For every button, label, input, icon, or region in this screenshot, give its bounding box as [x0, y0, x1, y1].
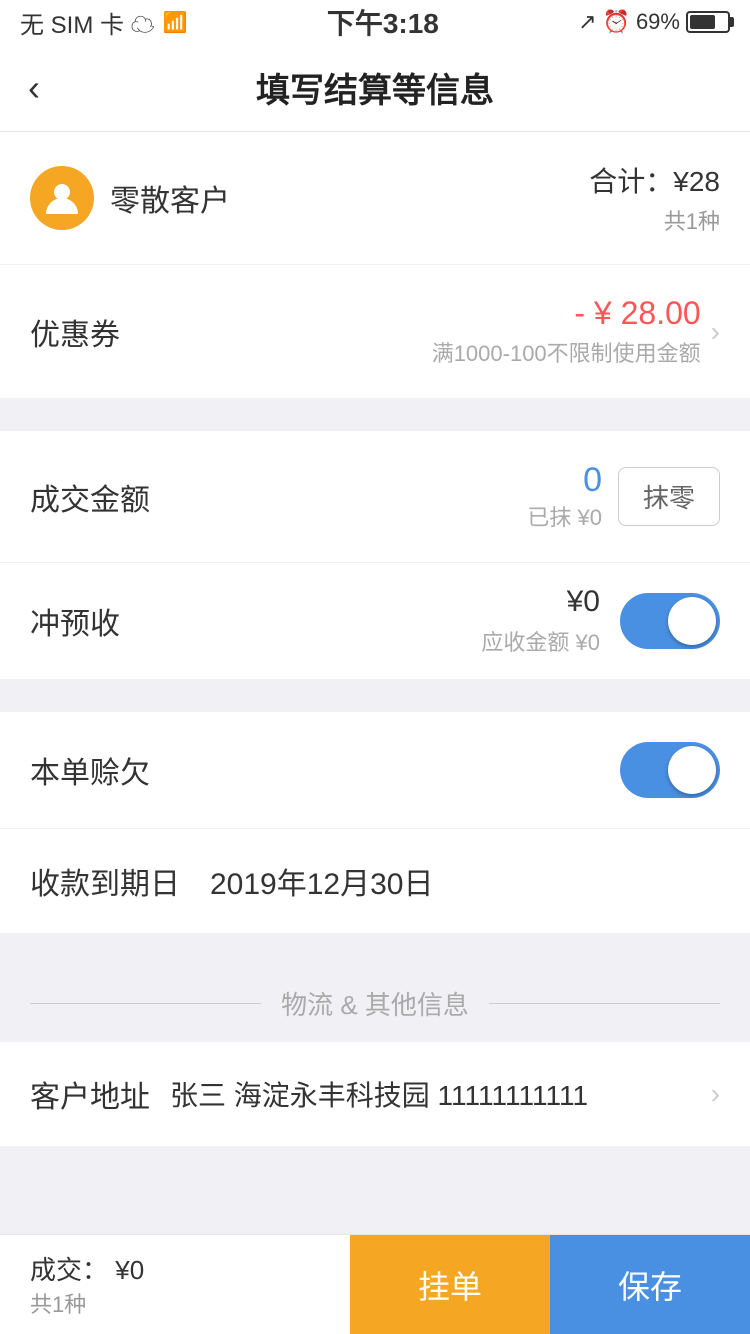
location-icon: ↗	[578, 9, 596, 35]
prepayment-value: ¥0	[567, 585, 600, 619]
deal-section: 成交金额 0 已抹 ¥0 抹零 冲预收 ¥0 应收金额 ¥0	[0, 430, 750, 679]
status-right: ↗ ⏰ 69%	[578, 9, 730, 35]
logistics-label: 物流 & 其他信息	[281, 985, 469, 1022]
coupon-chevron-icon: ›	[711, 316, 720, 348]
coupon-content: - ¥ 28.00 满1000-100不限制使用金额	[432, 295, 701, 368]
prepayment-sub: 应收金额 ¥0	[481, 625, 600, 657]
customer-left: 零散客户	[30, 166, 230, 230]
bottom-deal-label: 成交：	[30, 1255, 108, 1285]
address-section: 客户地址 张三 海淀永丰科技园 11111111111 ›	[0, 1042, 750, 1146]
round-zero-button[interactable]: 抹零	[618, 467, 720, 526]
section-divider-2	[0, 695, 750, 711]
divider-line-right	[489, 1003, 720, 1004]
battery-icon	[686, 11, 730, 33]
customer-row: 零散客户 合计：¥28 共1种	[0, 132, 750, 264]
avatar	[30, 166, 94, 230]
save-button[interactable]: 保存	[550, 1235, 750, 1334]
coupon-right: - ¥ 28.00 满1000-100不限制使用金额 ›	[432, 295, 720, 368]
status-bar: 无 SIM 卡 ☁ 📶 下午3:18 ↗ ⏰ 69%	[0, 0, 750, 44]
alarm-icon: ⏰	[603, 9, 630, 35]
bottom-info: 成交： ¥0 共1种	[0, 1235, 350, 1334]
page-title: 填写结算等信息	[256, 63, 494, 112]
customer-count: 共1种	[589, 204, 720, 236]
customer-right: 合计：¥28 共1种	[589, 160, 720, 236]
address-row[interactable]: 客户地址 张三 海淀永丰科技园 11111111111 ›	[0, 1042, 750, 1146]
due-date-row: 收款到期日 2019年12月30日	[0, 828, 750, 933]
customer-total: 合计：¥28	[589, 160, 720, 200]
bottom-deal-text: 成交： ¥0	[30, 1250, 320, 1287]
due-date-value: 2019年12月30日	[210, 859, 433, 903]
status-left: 无 SIM 卡 ☁ 📶	[20, 5, 188, 40]
battery-label: 69%	[636, 9, 680, 35]
prepayment-row: 冲预收 ¥0 应收金额 ¥0	[0, 562, 750, 679]
prepayment-label: 冲预收	[30, 599, 120, 643]
debt-toggle-knob	[668, 746, 716, 794]
section-divider-3	[0, 949, 750, 965]
customer-name: 零散客户	[110, 176, 230, 220]
deal-amount-label: 成交金额	[30, 475, 150, 519]
nav-bar: ‹ 填写结算等信息	[0, 44, 750, 132]
person-icon	[42, 178, 82, 218]
deal-amount-right: 0 已抹 ¥0 抹零	[527, 461, 720, 532]
logistics-divider: 物流 & 其他信息	[0, 965, 750, 1042]
status-time: 下午3:18	[327, 2, 439, 42]
debt-label: 本单赊欠	[30, 748, 150, 792]
debt-section: 本单赊欠 收款到期日 2019年12月30日	[0, 711, 750, 933]
deal-amount-value: 0	[527, 461, 602, 500]
address-chevron-icon: ›	[711, 1078, 720, 1110]
bottom-deal-value: ¥0	[115, 1255, 144, 1285]
due-date-label: 收款到期日	[30, 859, 180, 903]
back-button[interactable]: ‹	[28, 67, 40, 109]
section-divider-1	[0, 414, 750, 430]
debt-toggle[interactable]	[620, 742, 720, 798]
deal-amount-sub: 已抹 ¥0	[527, 500, 602, 532]
prepayment-toggle[interactable]	[620, 593, 720, 649]
sim-label: 无 SIM 卡 ☁	[20, 5, 155, 40]
deal-amount-row: 成交金额 0 已抹 ¥0 抹零	[0, 430, 750, 562]
prepayment-right: ¥0 应收金额 ¥0	[481, 585, 720, 657]
bottom-bar: 成交： ¥0 共1种 挂单 保存	[0, 1234, 750, 1334]
debt-row: 本单赊欠	[0, 711, 750, 828]
coupon-amount: - ¥ 28.00	[432, 295, 701, 332]
toggle-knob	[668, 597, 716, 645]
prepayment-values: ¥0 应收金额 ¥0	[481, 585, 600, 657]
bottom-count: 共1种	[30, 1287, 320, 1319]
coupon-label: 优惠券	[30, 310, 120, 354]
hang-button[interactable]: 挂单	[350, 1235, 550, 1334]
coupon-desc: 满1000-100不限制使用金额	[432, 336, 701, 368]
address-value: 张三 海淀永丰科技园 11111111111	[170, 1074, 691, 1114]
coupon-row[interactable]: 优惠券 - ¥ 28.00 满1000-100不限制使用金额 ›	[0, 264, 750, 398]
customer-section: 零散客户 合计：¥28 共1种 优惠券 - ¥ 28.00 满1000-100不…	[0, 132, 750, 398]
wifi-icon: 📶	[163, 10, 188, 35]
address-label: 客户地址	[30, 1072, 150, 1116]
divider-line-left	[30, 1003, 261, 1004]
